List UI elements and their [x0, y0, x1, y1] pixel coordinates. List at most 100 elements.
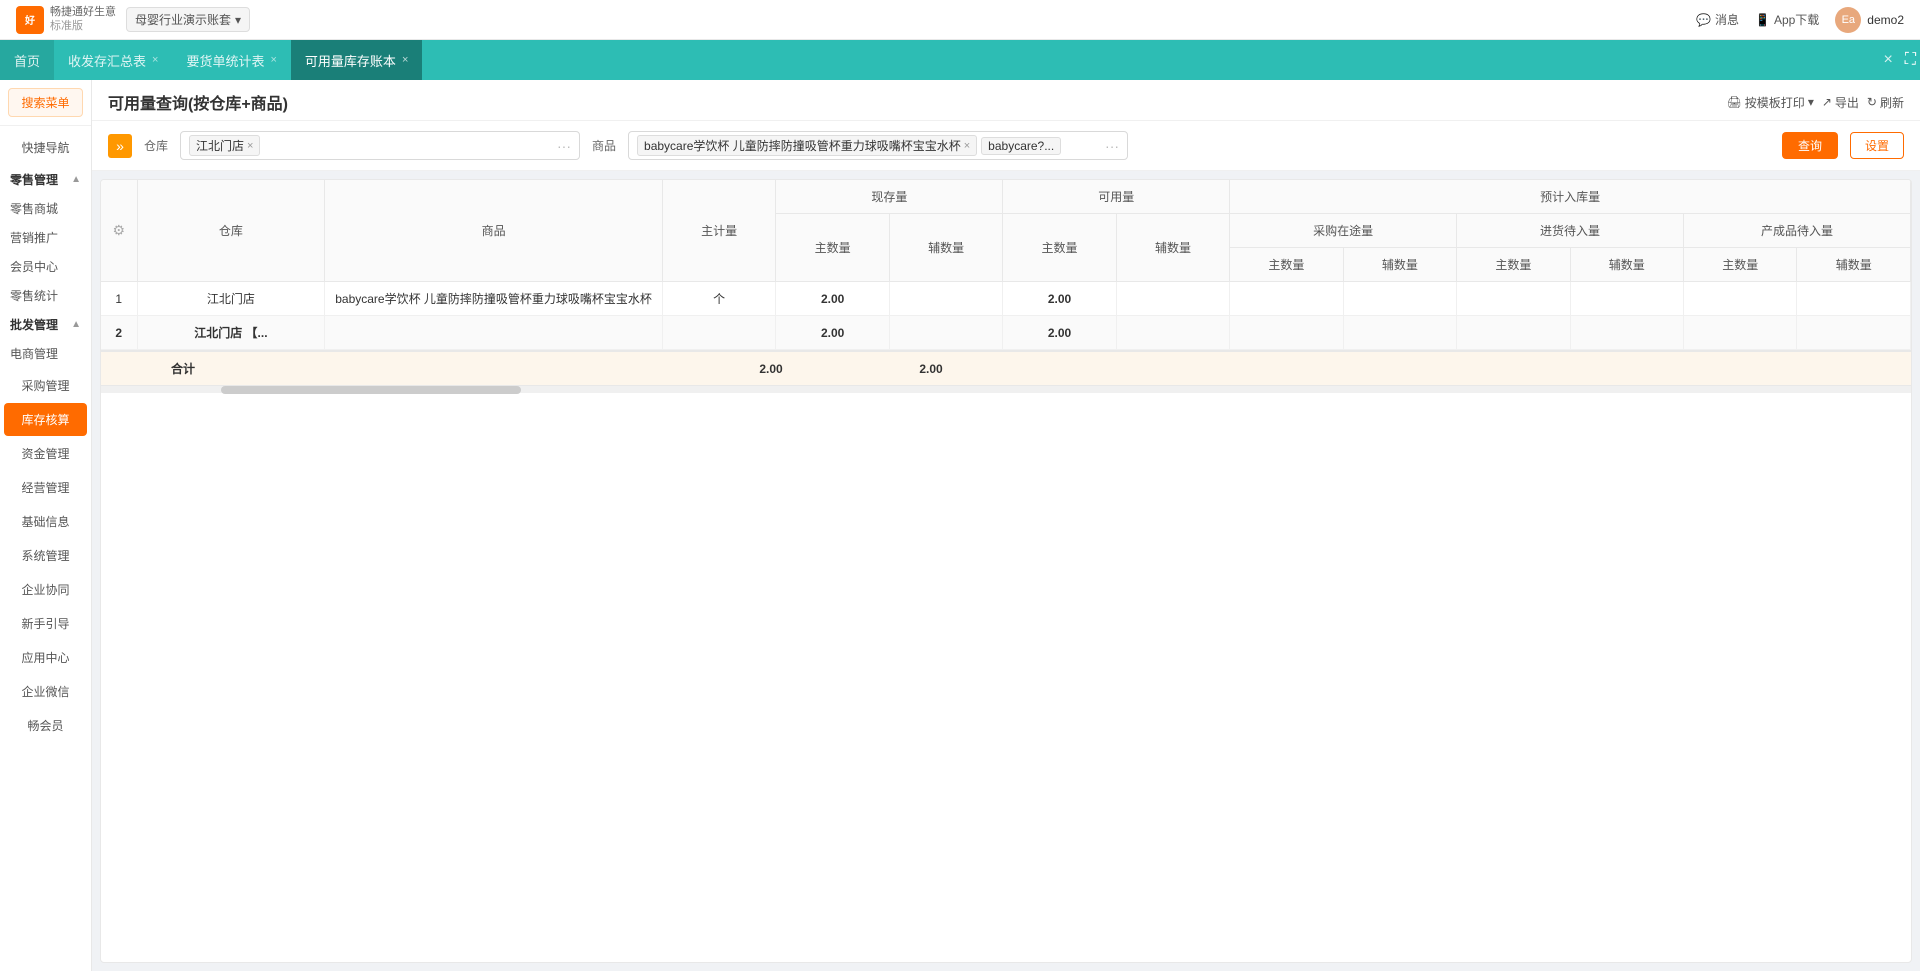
th-purchase-main: 主数量: [1230, 248, 1343, 282]
sidebar-item-appcenter[interactable]: 应用中心: [4, 641, 87, 674]
th-settings[interactable]: ⚙: [101, 180, 137, 282]
table-row: 1 江北门店 babycare学饮杯 儿童防摔防撞吸管杯重力球吸嘴杯宝宝水杯 个…: [101, 282, 1911, 316]
table-row: 2 江北门店 【... 2.00 2.00: [101, 316, 1911, 350]
export-label: 导出: [1835, 94, 1859, 111]
product-tag-1-remove[interactable]: ×: [964, 140, 970, 152]
dropdown-icon: ▾: [235, 13, 241, 27]
sidebar-item-inventory[interactable]: 库存核算: [4, 403, 87, 436]
gear-icon[interactable]: ⚙: [112, 222, 125, 238]
avatar: Ea: [1835, 7, 1861, 33]
sidebar-section-retail[interactable]: 零售管理 ▲: [0, 165, 91, 194]
th-production-main: 主数量: [1684, 248, 1797, 282]
sidebar-item-operations[interactable]: 经营管理: [4, 471, 87, 504]
wholesale-arrow: ▲: [71, 319, 81, 330]
th-production: 产成品待入量: [1684, 214, 1911, 248]
tab-available-close[interactable]: ×: [402, 54, 408, 66]
message-icon: 💬: [1696, 13, 1711, 27]
export-btn[interactable]: ↗ 导出: [1822, 94, 1859, 111]
th-product: 商品: [325, 180, 663, 282]
product-tag-1-text: babycare学饮杯 儿童防摔防撞吸管杯重力球吸嘴杯宝宝水杯: [644, 137, 961, 154]
cell-avail-main: 2.00: [1003, 282, 1116, 316]
expand-tabs[interactable]: ⛶: [1905, 51, 1916, 69]
tab-available[interactable]: 可用量库存账本 ×: [291, 40, 422, 80]
main-layout: 搜索菜单 快捷导航 零售管理 ▲ 零售商城 营销推广 会员中心 零售统计 批发管…: [0, 80, 1920, 971]
print-btn[interactable]: 🖨 按模板打印 ▾: [1727, 94, 1814, 111]
logo-icon: 好: [16, 6, 44, 34]
footer-label: 合计: [111, 360, 731, 377]
content-area: 可用量查询(按仓库+商品) 🖨 按模板打印 ▾ ↗ 导出 ↻ 刷新 »: [92, 80, 1920, 971]
message-btn[interactable]: 💬 消息: [1696, 11, 1739, 28]
cell-warehouse: 江北门店 【...: [137, 316, 325, 350]
settings-button[interactable]: 设置: [1850, 132, 1904, 159]
warehouse-filter-input[interactable]: 江北门店 × ···: [180, 131, 580, 160]
th-avail-main: 主数量: [1003, 214, 1116, 282]
print-dropdown-icon: ▾: [1808, 95, 1814, 109]
sidebar-item-system[interactable]: 系统管理: [4, 539, 87, 572]
footer-stock-main: 2.00: [731, 362, 811, 376]
cell-avail-main: 2.00: [1003, 316, 1116, 350]
scroll-thumb[interactable]: [221, 386, 521, 394]
cell-production-sub: [1797, 316, 1911, 350]
sidebar-item-retail-mall[interactable]: 零售商城: [0, 194, 91, 223]
th-stock-sub: 辅数量: [889, 214, 1002, 282]
tab-receive-close[interactable]: ×: [152, 54, 158, 66]
cell-stock-sub: [889, 316, 1002, 350]
product-tag-2-text: babycare?...: [988, 139, 1054, 153]
th-incoming-sub: 辅数量: [1570, 248, 1683, 282]
product-filter-input[interactable]: babycare学饮杯 儿童防摔防撞吸管杯重力球吸嘴杯宝宝水杯 × babyca…: [628, 131, 1128, 160]
sidebar-item-retail-stats[interactable]: 零售统计: [0, 281, 91, 310]
tab-order-label: 要货单统计表: [186, 51, 264, 70]
sidebar-item-collab[interactable]: 企业协同: [4, 573, 87, 606]
cell-incoming-sub: [1570, 282, 1683, 316]
th-warehouse: 仓库: [137, 180, 325, 282]
cell-avail-sub: [1116, 316, 1229, 350]
app-icon: 📱: [1755, 13, 1770, 27]
sidebar-item-changyuanhui[interactable]: 畅会员: [4, 709, 87, 742]
sidebar-item-basic[interactable]: 基础信息: [4, 505, 87, 538]
search-menu-btn[interactable]: 搜索菜单: [8, 88, 83, 117]
cell-stock-main: 2.00: [776, 316, 889, 350]
product-more-icon[interactable]: ···: [1105, 138, 1119, 154]
cell-product: babycare学饮杯 儿童防摔防撞吸管杯重力球吸嘴杯宝宝水杯: [325, 282, 663, 316]
warehouse-tag-remove[interactable]: ×: [247, 140, 253, 152]
product-tag-1: babycare学饮杯 儿童防摔防撞吸管杯重力球吸嘴杯宝宝水杯 ×: [637, 135, 977, 156]
retail-arrow: ▲: [71, 174, 81, 185]
cell-incoming-sub: [1570, 316, 1683, 350]
filter-toggle-btn[interactable]: »: [108, 134, 132, 158]
table-container: ⚙ 仓库 商品 主计量 现存量 可用量 预计入库量 主数量 辅数量 主数量 辅数…: [100, 179, 1912, 963]
scroll-track[interactable]: [101, 385, 1911, 393]
close-all-tabs[interactable]: ×: [1883, 51, 1892, 69]
cell-production-sub: [1797, 282, 1911, 316]
tab-available-label: 可用量库存账本: [305, 51, 396, 70]
page-title: 可用量查询(按仓库+商品): [108, 90, 288, 114]
sidebar-section-wholesale[interactable]: 批发管理 ▲: [0, 310, 91, 339]
cell-no: 2: [101, 316, 137, 350]
industry-selector[interactable]: 母婴行业演示账套 ▾: [126, 7, 250, 32]
tab-order[interactable]: 要货单统计表 ×: [172, 40, 290, 80]
cell-purchase-sub: [1343, 316, 1456, 350]
warehouse-label: 仓库: [144, 137, 168, 154]
page-actions: 🖨 按模板打印 ▾ ↗ 导出 ↻ 刷新: [1727, 94, 1904, 111]
tab-order-close[interactable]: ×: [270, 54, 276, 66]
sidebar-item-member[interactable]: 会员中心: [0, 252, 91, 281]
sidebar-item-quicknav[interactable]: 快捷导航: [4, 131, 87, 164]
tab-home[interactable]: 首页: [0, 40, 54, 80]
sidebar-item-finance[interactable]: 资金管理: [4, 437, 87, 470]
sidebar-item-marketing[interactable]: 营销推广: [0, 223, 91, 252]
message-label: 消息: [1715, 11, 1739, 28]
sidebar-item-guide[interactable]: 新手引导: [4, 607, 87, 640]
export-icon: ↗: [1822, 95, 1832, 109]
sidebar-item-ecommerce[interactable]: 电商管理: [0, 339, 91, 368]
user-area[interactable]: Ea demo2: [1835, 7, 1904, 33]
cell-unit: [662, 316, 775, 350]
sidebar-item-wechat[interactable]: 企业微信: [4, 675, 87, 708]
print-icon: 🖨: [1727, 95, 1742, 109]
sidebar-item-purchase[interactable]: 采购管理: [4, 369, 87, 402]
query-button[interactable]: 查询: [1782, 132, 1838, 159]
warehouse-more-icon[interactable]: ···: [557, 138, 571, 154]
industry-label: 母婴行业演示账套: [135, 11, 231, 28]
tab-receive[interactable]: 收发存汇总表 ×: [54, 40, 172, 80]
refresh-btn[interactable]: ↻ 刷新: [1867, 94, 1904, 111]
app-download-btn[interactable]: 📱 App下载: [1755, 11, 1819, 28]
wholesale-label: 批发管理: [10, 316, 58, 333]
